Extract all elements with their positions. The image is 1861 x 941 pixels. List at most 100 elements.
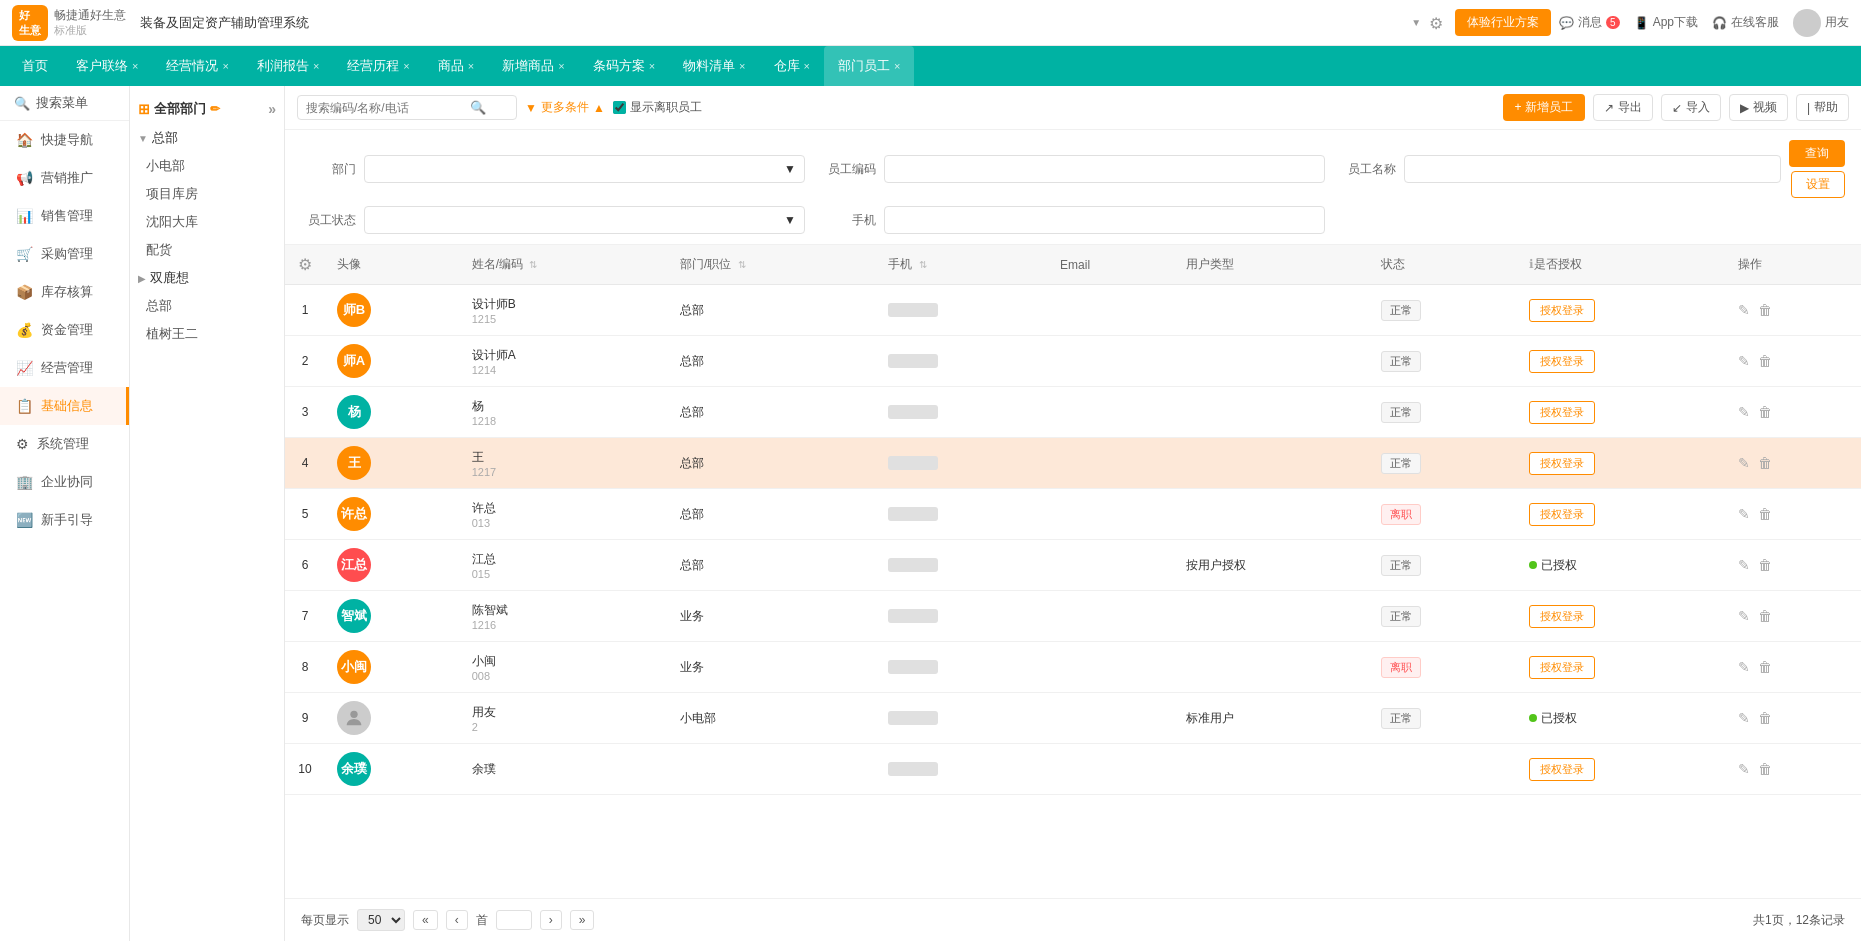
dept-select[interactable]: ▼	[364, 155, 805, 183]
dept-group-total[interactable]: ▼ 总部	[130, 124, 284, 152]
sidebar-item-quicknav[interactable]: 🏠 快捷导航	[0, 121, 129, 159]
edit-icon[interactable]: ✎	[1738, 608, 1750, 624]
search-input[interactable]	[306, 101, 466, 115]
tab-warehouse[interactable]: 仓库 ×	[760, 46, 824, 86]
delete-icon[interactable]: 🗑	[1758, 659, 1772, 675]
delete-icon[interactable]: 🗑	[1758, 455, 1772, 471]
sidebar-search[interactable]: 🔍 搜索菜单	[0, 86, 129, 121]
tab-barcode[interactable]: 条码方案 ×	[579, 46, 669, 86]
auth-button[interactable]: 授权登录	[1529, 605, 1595, 628]
phone-input[interactable]	[884, 206, 1325, 234]
dept-item-plant[interactable]: 植树王二	[130, 320, 284, 348]
tab-add-goods[interactable]: 新增商品 ×	[488, 46, 578, 86]
import-button[interactable]: ↙ 导入	[1661, 94, 1721, 121]
close-icon[interactable]: ×	[468, 60, 474, 72]
auth-button[interactable]: 授权登录	[1529, 299, 1595, 322]
sidebar-item-enterprise[interactable]: 🏢 企业协同	[0, 463, 129, 501]
show-ex-label[interactable]: 显示离职员工	[613, 99, 702, 116]
query-button[interactable]: 查询	[1789, 140, 1845, 167]
tab-bom[interactable]: 物料清单 ×	[669, 46, 759, 86]
sidebar-item-operations[interactable]: 📈 经营管理	[0, 349, 129, 387]
tab-employees[interactable]: 部门员工 ×	[824, 46, 914, 86]
auth-button[interactable]: 授权登录	[1529, 656, 1595, 679]
delete-icon[interactable]: 🗑	[1758, 557, 1772, 573]
sidebar-item-purchase[interactable]: 🛒 采购管理	[0, 235, 129, 273]
close-icon[interactable]: ×	[558, 60, 564, 72]
message-action[interactable]: 💬 消息 5	[1559, 14, 1620, 31]
add-employee-button[interactable]: + 新增员工	[1503, 94, 1585, 121]
delete-icon[interactable]: 🗑	[1758, 302, 1772, 318]
edit-icon[interactable]: ✎	[1738, 506, 1750, 522]
dept-collapse-icon[interactable]: »	[268, 101, 276, 117]
app-download-action[interactable]: 📱 App下载	[1634, 14, 1698, 31]
search-submit-icon[interactable]: 🔍	[470, 100, 486, 115]
delete-icon[interactable]: 🗑	[1758, 710, 1772, 726]
close-icon[interactable]: ×	[313, 60, 319, 72]
tab-customer[interactable]: 客户联络 ×	[62, 46, 152, 86]
settings-icon[interactable]: ⚙	[1429, 14, 1447, 32]
delete-icon[interactable]: 🗑	[1758, 761, 1772, 777]
tab-goods[interactable]: 商品 ×	[424, 46, 488, 86]
prev-page-btn[interactable]: ‹	[446, 910, 468, 930]
close-icon[interactable]: ×	[739, 60, 745, 72]
edit-icon[interactable]: ✎	[1738, 302, 1750, 318]
tab-home[interactable]: 首页	[8, 46, 62, 86]
page-input[interactable]: 1	[496, 910, 532, 930]
empcode-input[interactable]	[884, 155, 1325, 183]
close-icon[interactable]: ×	[894, 60, 900, 72]
close-icon[interactable]: ×	[649, 60, 655, 72]
close-icon[interactable]: ×	[804, 60, 810, 72]
status-select[interactable]: ▼	[364, 206, 805, 234]
delete-icon[interactable]: 🗑	[1758, 353, 1772, 369]
close-icon[interactable]: ×	[403, 60, 409, 72]
sidebar-item-system[interactable]: ⚙ 系统管理	[0, 425, 129, 463]
close-icon[interactable]: ×	[132, 60, 138, 72]
tab-profit[interactable]: 利润报告 ×	[243, 46, 333, 86]
auth-button[interactable]: 授权登录	[1529, 503, 1595, 526]
show-ex-checkbox[interactable]	[613, 101, 626, 114]
sidebar-item-guide[interactable]: 🆕 新手引导	[0, 501, 129, 539]
more-filter-btn[interactable]: ▼ 更多条件 ▲	[525, 99, 605, 116]
sidebar-item-basic[interactable]: 📋 基础信息	[0, 387, 129, 425]
dept-item-project[interactable]: 项目库房	[130, 180, 284, 208]
view-button[interactable]: ▶ 视频	[1729, 94, 1788, 121]
dept-item-hq[interactable]: 总部	[130, 292, 284, 320]
next-page-btn[interactable]: ›	[540, 910, 562, 930]
empname-input[interactable]	[1404, 155, 1781, 183]
auth-button[interactable]: 授权登录	[1529, 401, 1595, 424]
help-button[interactable]: | 帮助	[1796, 94, 1849, 121]
delete-icon[interactable]: 🗑	[1758, 506, 1772, 522]
auth-button[interactable]: 授权登录	[1529, 758, 1595, 781]
delete-icon[interactable]: 🗑	[1758, 404, 1772, 420]
page-size-select[interactable]: 50	[357, 909, 405, 931]
tab-journey[interactable]: 经营历程 ×	[333, 46, 423, 86]
dept-item-shenyang[interactable]: 沈阳大库	[130, 208, 284, 236]
sidebar-item-inventory[interactable]: 📦 库存核算	[0, 273, 129, 311]
edit-icon[interactable]: ✎	[1738, 455, 1750, 471]
last-page-btn[interactable]: »	[570, 910, 595, 930]
experience-btn[interactable]: 体验行业方案	[1455, 9, 1551, 36]
edit-icon[interactable]: ✎	[1738, 557, 1750, 573]
sidebar-item-sales[interactable]: 📊 销售管理	[0, 197, 129, 235]
auth-button[interactable]: 授权登录	[1529, 350, 1595, 373]
delete-icon[interactable]: 🗑	[1758, 608, 1772, 624]
tab-operations[interactable]: 经营情况 ×	[152, 46, 242, 86]
user-action[interactable]: 用友	[1793, 9, 1849, 37]
close-icon[interactable]: ×	[222, 60, 228, 72]
first-page-btn[interactable]: «	[413, 910, 438, 930]
edit-icon[interactable]: ✎	[1738, 710, 1750, 726]
dept-item-small-elec[interactable]: 小电部	[130, 152, 284, 180]
sidebar-item-finance[interactable]: 💰 资金管理	[0, 311, 129, 349]
system-title-chevron-icon[interactable]: ▼	[1411, 17, 1421, 28]
set-button[interactable]: 设置	[1791, 171, 1845, 198]
dept-item-shuanglu[interactable]: ▶ 双鹿想	[130, 264, 284, 292]
search-input-wrap[interactable]: 🔍	[297, 95, 517, 120]
dept-edit-icon[interactable]: ✏	[210, 102, 220, 116]
edit-icon[interactable]: ✎	[1738, 353, 1750, 369]
edit-icon[interactable]: ✎	[1738, 761, 1750, 777]
dept-item-distribution[interactable]: 配货	[130, 236, 284, 264]
table-settings-icon[interactable]: ⚙	[298, 256, 312, 273]
edit-icon[interactable]: ✎	[1738, 404, 1750, 420]
online-service-action[interactable]: 🎧 在线客服	[1712, 14, 1779, 31]
edit-icon[interactable]: ✎	[1738, 659, 1750, 675]
